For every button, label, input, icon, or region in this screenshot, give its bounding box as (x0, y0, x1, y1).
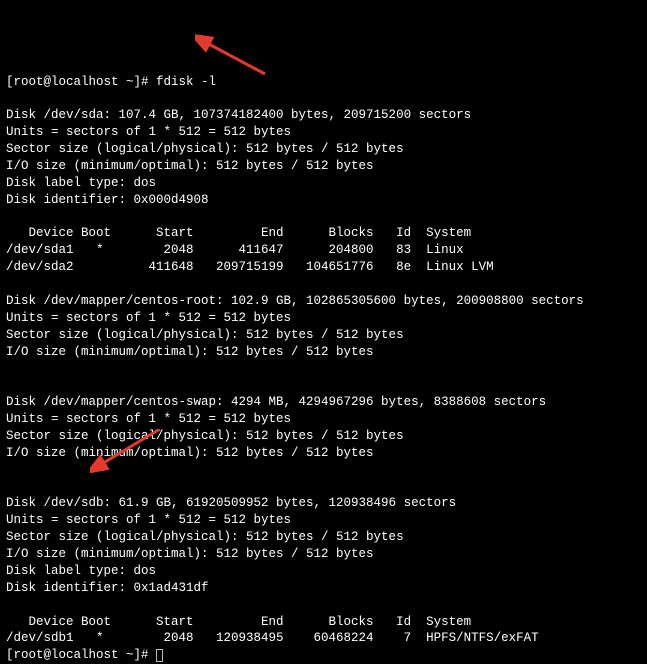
partition-table-header: Device Boot Start End Blocks Id System (6, 615, 471, 629)
shell-prompt: [root@localhost ~]# (6, 75, 156, 89)
io-size-line: I/O size (minimum/optimal): 512 bytes / … (6, 547, 374, 561)
label-type-line: Disk label type: dos (6, 176, 156, 190)
units-line: Units = sectors of 1 * 512 = 512 bytes (6, 412, 291, 426)
sector-size-line: Sector size (logical/physical): 512 byte… (6, 142, 404, 156)
sector-size-line: Sector size (logical/physical): 512 byte… (6, 530, 404, 544)
units-line: Units = sectors of 1 * 512 = 512 bytes (6, 125, 291, 139)
io-size-line: I/O size (minimum/optimal): 512 bytes / … (6, 159, 374, 173)
sector-size-line: Sector size (logical/physical): 512 byte… (6, 328, 404, 342)
partition-row-sdb1: /dev/sdb1 * 2048 120938495 60468224 7 HP… (6, 631, 539, 645)
label-type-line: Disk label type: dos (6, 564, 156, 578)
io-size-line: I/O size (minimum/optimal): 512 bytes / … (6, 446, 374, 460)
sector-size-line: Sector size (logical/physical): 512 byte… (6, 429, 404, 443)
io-size-line: I/O size (minimum/optimal): 512 bytes / … (6, 345, 374, 359)
partition-row-sda1: /dev/sda1 * 2048 411647 204800 83 Linux (6, 243, 464, 257)
terminal-cursor[interactable] (156, 649, 163, 662)
command-text: fdisk -l (156, 75, 216, 89)
partition-table-header: Device Boot Start End Blocks Id System (6, 226, 471, 240)
units-line: Units = sectors of 1 * 512 = 512 bytes (6, 311, 291, 325)
identifier-sda: Disk identifier: 0x000d4908 (6, 193, 209, 207)
units-line: Units = sectors of 1 * 512 = 512 bytes (6, 513, 291, 527)
disk-sdb-summary: Disk /dev/sdb: 61.9 GB, 61920509952 byte… (6, 496, 456, 510)
disk-sda-summary: Disk /dev/sda: 107.4 GB, 107374182400 by… (6, 108, 471, 122)
partition-row-sda2: /dev/sda2 411648 209715199 104651776 8e … (6, 260, 494, 274)
identifier-sdb: Disk identifier: 0x1ad431df (6, 581, 209, 595)
shell-prompt: [root@localhost ~]# (6, 648, 156, 662)
disk-centos-swap-summary: Disk /dev/mapper/centos-swap: 4294 MB, 4… (6, 395, 546, 409)
disk-centos-root-summary: Disk /dev/mapper/centos-root: 102.9 GB, … (6, 294, 584, 308)
